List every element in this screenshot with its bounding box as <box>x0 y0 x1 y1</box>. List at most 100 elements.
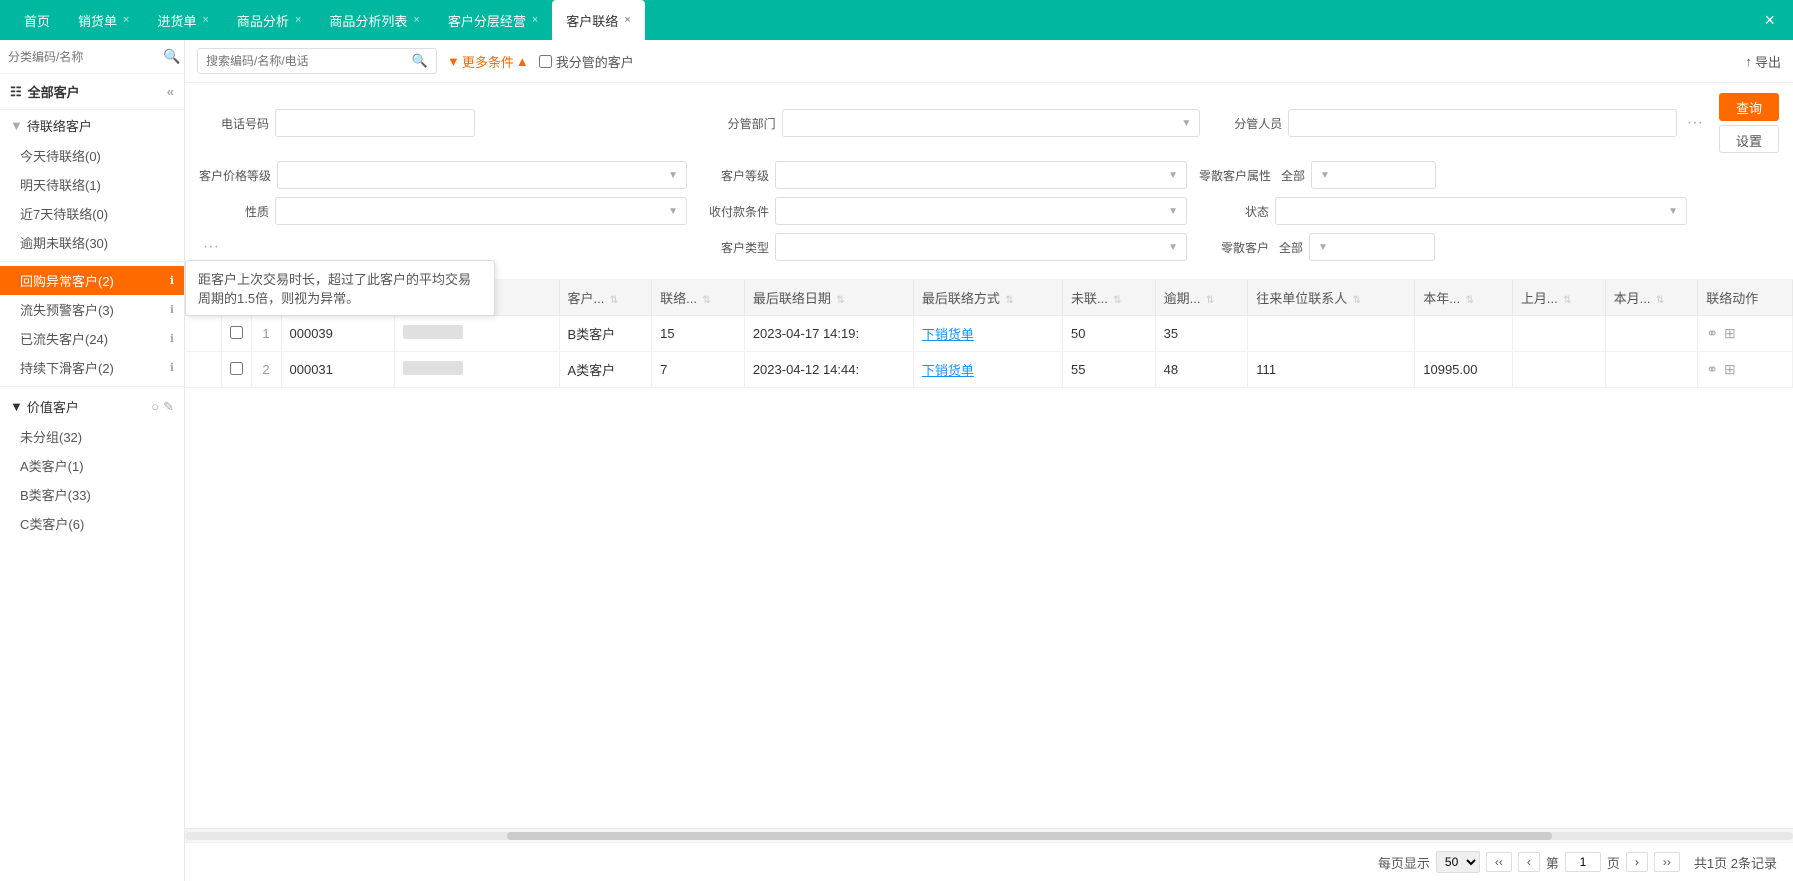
row1-num: 1 <box>251 316 281 352</box>
col-last-date[interactable]: 最后联络日期 ⇅ <box>744 280 913 316</box>
sidebar-item-today[interactable]: 今天待联络(0) <box>0 141 184 170</box>
filter-customer-grade: 客户等级 ▼ <box>699 161 1187 189</box>
col-this-year[interactable]: 本年... ⇅ <box>1415 280 1513 316</box>
settings-button[interactable]: 设置 <box>1719 125 1779 153</box>
person-select[interactable] <box>1288 109 1677 137</box>
row1-checkbox[interactable] <box>221 316 251 352</box>
sort-icon-type: ⇅ <box>610 295 618 306</box>
export-button[interactable]: ↑ 导出 <box>1745 52 1781 71</box>
my-customers-checkbox[interactable] <box>539 55 552 68</box>
dots-button-2[interactable]: ··· <box>199 238 223 256</box>
row1-settings <box>185 316 221 352</box>
row2-last-method[interactable]: 下销货单 <box>913 352 1062 388</box>
last-page-btn[interactable]: ›› <box>1654 852 1680 872</box>
filter-person: 分管人员 ··· <box>1212 109 1707 137</box>
col-unread[interactable]: 未联... ⇅ <box>1062 280 1155 316</box>
col-last-month[interactable]: 上月... ⇅ <box>1512 280 1605 316</box>
close-tab-segmentation[interactable]: × <box>532 14 538 26</box>
chevron-down-icon-3: ▼ <box>1168 170 1178 181</box>
price-grade-select[interactable]: ▼ <box>277 161 687 189</box>
sidebar-item-overdue[interactable]: 逾期未联络(30) <box>0 228 184 257</box>
status-label: 状态 <box>1199 203 1269 220</box>
row2-link-icon[interactable]: ⚭ <box>1706 361 1718 378</box>
row1-link-icon[interactable]: ⚭ <box>1706 325 1718 342</box>
retail-attr-select[interactable]: ▼ <box>1311 161 1436 189</box>
sidebar-item-declining[interactable]: 持续下滑客户(2) ℹ <box>0 353 184 382</box>
sidebar-collapse-icon[interactable]: « <box>167 84 174 99</box>
close-tab-purchase[interactable]: × <box>202 14 208 26</box>
tab-product-analysis[interactable]: 商品分析 × <box>223 0 315 40</box>
customer-grade-select[interactable]: ▼ <box>775 161 1187 189</box>
phone-input[interactable] <box>275 109 475 137</box>
col-unit-contacts[interactable]: 往来单位联系人 ⇅ <box>1248 280 1415 316</box>
col-contacts[interactable]: 联络... ⇅ <box>652 280 745 316</box>
info-icon-1: ℹ <box>170 274 174 287</box>
sidebar-item-tomorrow[interactable]: 明天待联络(1) <box>0 170 184 199</box>
col-overdue[interactable]: 逾期... ⇅ <box>1155 280 1248 316</box>
sidebar-item-class-a[interactable]: A类客户(1) <box>0 451 184 480</box>
prev-page-btn[interactable]: ‹ <box>1518 852 1540 872</box>
dept-select[interactable]: ▼ <box>782 109 1201 137</box>
col-type[interactable]: 客户... ⇅ <box>559 280 652 316</box>
query-button[interactable]: 查询 <box>1719 93 1779 121</box>
row2-grid-icon[interactable]: ⊞ <box>1724 361 1736 378</box>
more-conditions-btn[interactable]: ▼ 更多条件 ▲ <box>447 52 529 71</box>
nature-select[interactable]: ▼ <box>275 197 687 225</box>
tab-product-analysis-list[interactable]: 商品分析列表 × <box>315 0 433 40</box>
close-tab-analysis-list[interactable]: × <box>413 14 419 26</box>
divider-1 <box>0 261 184 262</box>
horizontal-scrollbar[interactable] <box>185 828 1793 842</box>
tab-customer-contact[interactable]: 客户联络 × <box>552 0 644 40</box>
settings-group-icon[interactable]: ✎ <box>163 399 174 415</box>
my-customers-filter[interactable]: 我分管的客户 <box>539 52 634 71</box>
next-page-btn[interactable]: › <box>1626 852 1648 872</box>
retail-customer-select[interactable]: ▼ <box>1309 233 1435 261</box>
table-area[interactable]: ⚙ # 客户编码 ⇅ 客户名称 ⇅ <box>185 280 1793 828</box>
edit-group-icon[interactable]: ○ <box>151 399 159 415</box>
filter-row-2: 客户价格等级 ▼ 客户等级 ▼ 零散客户属性 全部 ▼ <box>199 161 1779 189</box>
tab-sales-order[interactable]: 销货单 × <box>64 0 143 40</box>
scroll-thumb[interactable] <box>507 832 1552 840</box>
col-last-method[interactable]: 最后联络方式 ⇅ <box>913 280 1062 316</box>
row2-checkbox[interactable] <box>221 352 251 388</box>
sidebar-search-icon[interactable]: 🔍 <box>163 48 180 65</box>
dots-button-1[interactable]: ··· <box>1683 114 1707 132</box>
payment-select[interactable]: ▼ <box>775 197 1187 225</box>
page-label: 第 <box>1546 853 1559 872</box>
sidebar-search-area: 🔍 <box>0 40 184 74</box>
sidebar-item-class-c[interactable]: C类客户(6) <box>0 509 184 538</box>
search-box[interactable]: 🔍 <box>197 48 437 74</box>
search-input[interactable] <box>206 54 408 68</box>
sidebar-all-customers[interactable]: ☷ 全部客户 « <box>0 74 184 110</box>
sidebar-item-repurchase-abnormal[interactable]: 回购异常客户(2) ℹ <box>0 266 184 295</box>
search-icon[interactable]: 🔍 <box>412 53 428 69</box>
sidebar-item-churn-warning[interactable]: 流失预警客户(3) ℹ <box>0 295 184 324</box>
row1-grid-icon[interactable]: ⊞ <box>1724 325 1736 342</box>
sidebar-item-class-b[interactable]: B类客户(33) <box>0 480 184 509</box>
close-tab-analysis[interactable]: × <box>295 14 301 26</box>
close-tab-contact[interactable]: × <box>624 14 630 26</box>
first-page-btn[interactable]: ‹‹ <box>1486 852 1512 872</box>
sidebar-search-input[interactable] <box>8 50 163 64</box>
sidebar-item-churned[interactable]: 已流失客户(24) ℹ <box>0 324 184 353</box>
sidebar-item-7days[interactable]: 近7天待联络(0) <box>0 199 184 228</box>
row1-overdue: 35 <box>1155 316 1248 352</box>
page-input[interactable] <box>1565 852 1601 872</box>
sidebar-item-unclassified[interactable]: 未分组(32) <box>0 422 184 451</box>
status-select[interactable]: ▼ <box>1275 197 1687 225</box>
tab-customer-segmentation[interactable]: 客户分层经营 × <box>434 0 552 40</box>
col-this-month[interactable]: 本月... ⇅ <box>1605 280 1698 316</box>
tab-home[interactable]: 首页 <box>10 0 64 40</box>
per-page-select[interactable]: 50 <box>1436 851 1480 873</box>
chevron-down-icon: ▼ <box>1181 118 1191 129</box>
info-icon-2: ℹ <box>170 303 174 316</box>
tab-purchase-order[interactable]: 进货单 × <box>143 0 222 40</box>
row2-check[interactable] <box>230 362 243 375</box>
close-tab-sales[interactable]: × <box>123 14 129 26</box>
close-all-tabs[interactable]: × <box>1756 10 1783 31</box>
sidebar-value-group[interactable]: ▼ 价值客户 ○ ✎ <box>0 391 184 422</box>
customer-type-select[interactable]: ▼ <box>775 233 1187 261</box>
row1-last-method[interactable]: 下销货单 <box>913 316 1062 352</box>
sidebar-group-pending[interactable]: ▼ 待联络客户 <box>0 110 184 141</box>
row1-check[interactable] <box>230 326 243 339</box>
